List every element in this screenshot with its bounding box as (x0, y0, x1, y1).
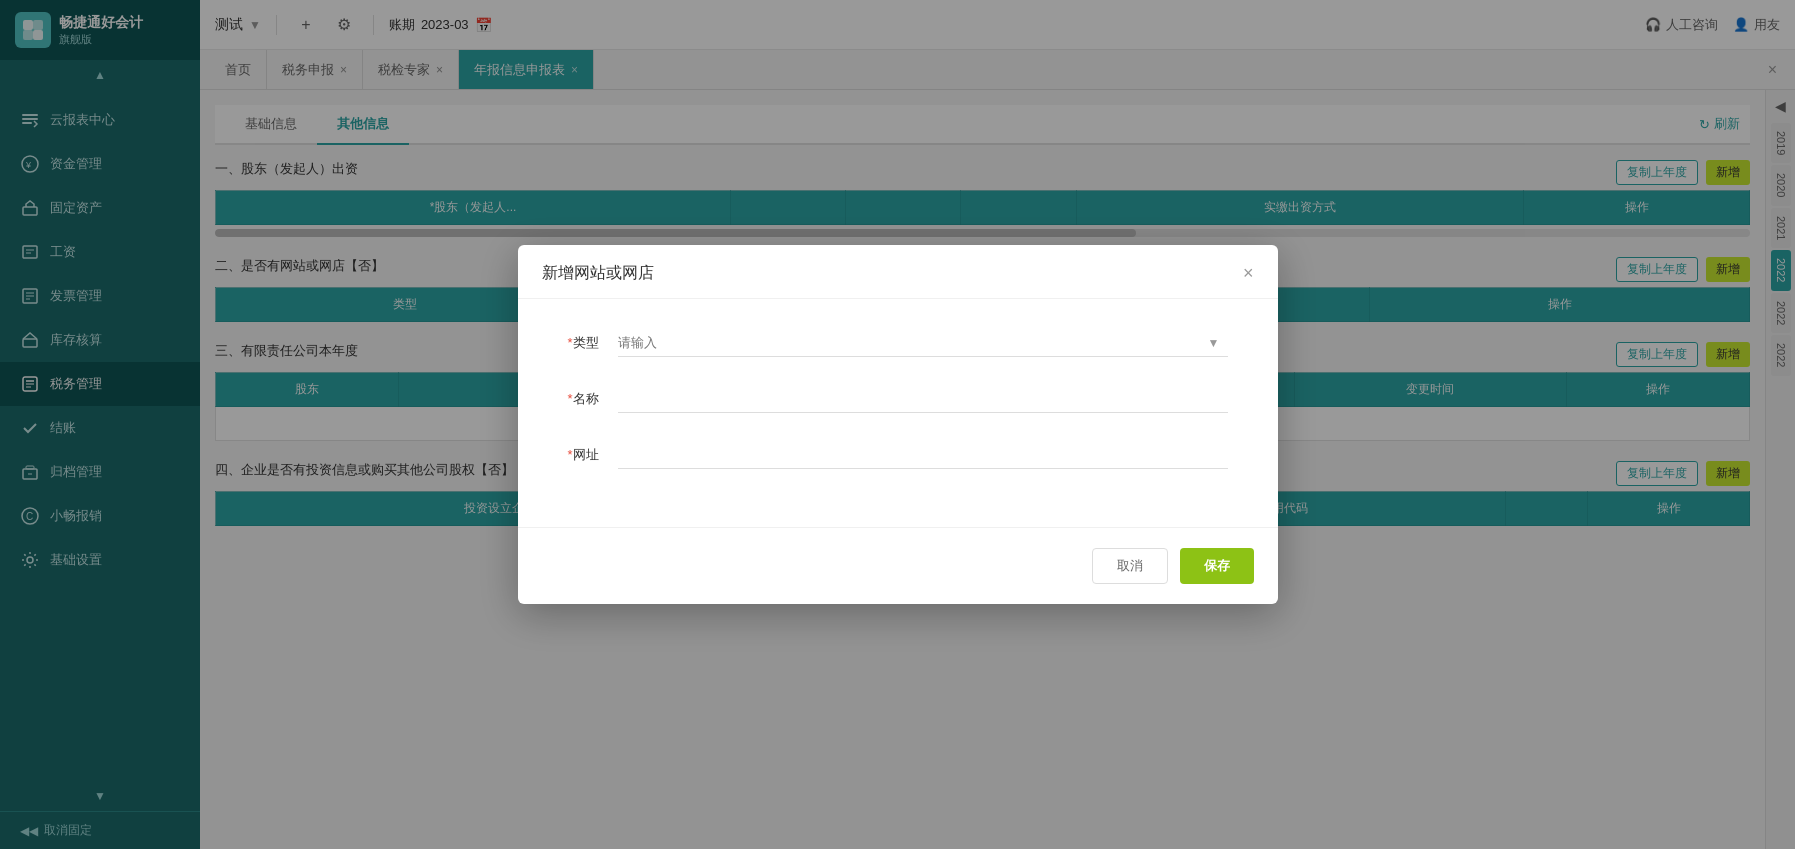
form-field-name: *名称 (568, 385, 1228, 413)
required-marker-url: * (568, 447, 573, 462)
modal-body: *类型 ▼ *名称 *网址 (518, 299, 1278, 527)
modal-footer: 取消 保存 (518, 527, 1278, 604)
form-input-wrap-name (618, 385, 1228, 413)
form-label-url: *网址 (568, 446, 618, 464)
type-input[interactable] (618, 329, 1228, 357)
form-input-wrap-type: ▼ (618, 329, 1228, 357)
cancel-button[interactable]: 取消 (1092, 548, 1168, 584)
modal-close-button[interactable]: × (1243, 263, 1254, 284)
modal-overlay[interactable]: 新增网站或网店 × *类型 ▼ *名称 (0, 0, 1795, 849)
form-label-name: *名称 (568, 390, 618, 408)
required-marker-name: * (568, 391, 573, 406)
save-button[interactable]: 保存 (1180, 548, 1254, 584)
type-dropdown-icon[interactable]: ▼ (1208, 336, 1220, 350)
modal-title: 新增网站或网店 (542, 263, 654, 284)
url-input[interactable] (618, 441, 1228, 469)
required-marker-type: * (568, 335, 573, 350)
form-input-wrap-url (618, 441, 1228, 469)
form-field-url: *网址 (568, 441, 1228, 469)
modal-header: 新增网站或网店 × (518, 245, 1278, 299)
name-input[interactable] (618, 385, 1228, 413)
form-label-type: *类型 (568, 334, 618, 352)
form-field-type: *类型 ▼ (568, 329, 1228, 357)
modal-add-website: 新增网站或网店 × *类型 ▼ *名称 (518, 245, 1278, 604)
